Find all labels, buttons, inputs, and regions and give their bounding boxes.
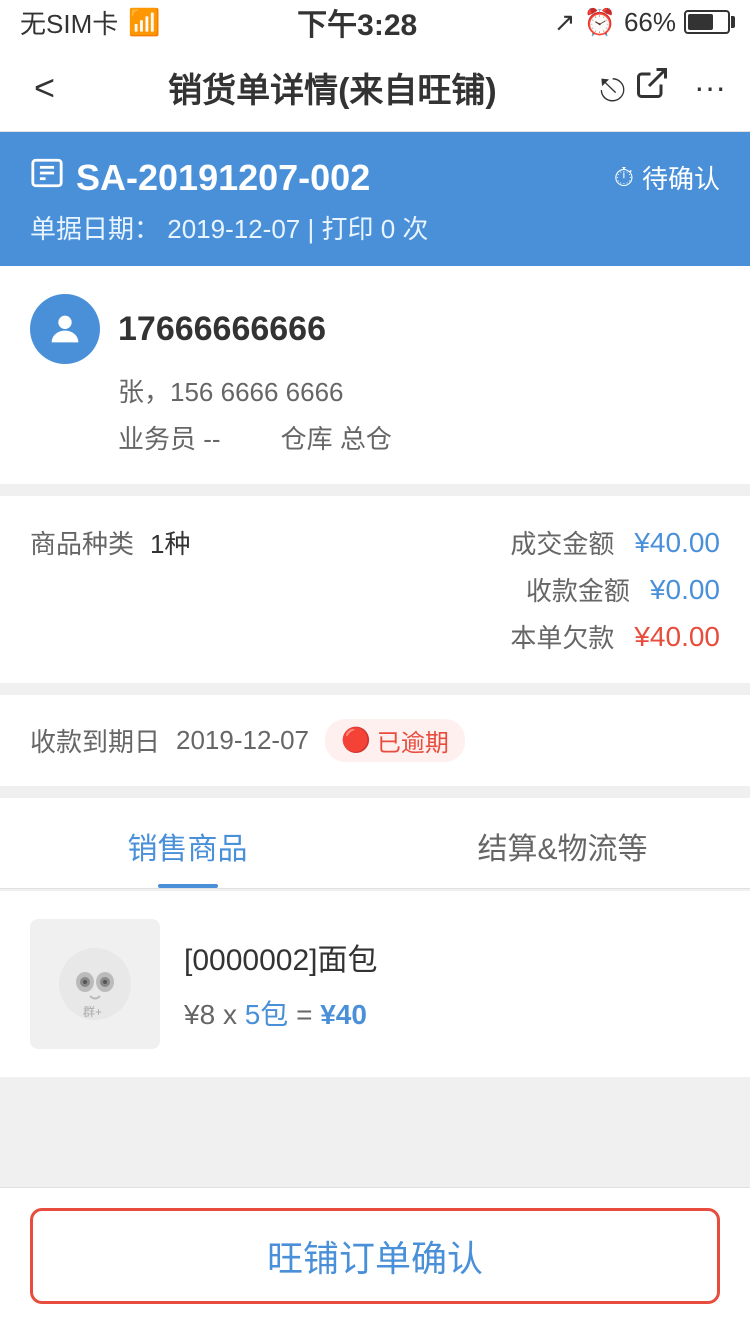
- status-left: 无SIM卡 📶: [20, 4, 161, 41]
- product-total: ¥40: [320, 999, 367, 1030]
- nav-right-actions: ⎋ ···: [600, 65, 726, 110]
- bottom-bar: 旺铺订单确认: [0, 1187, 750, 1334]
- more-button[interactable]: ···: [694, 69, 726, 106]
- order-status: ⏱ 待确认: [614, 159, 720, 196]
- due-date-label: 收款到期日: [30, 722, 160, 759]
- owed-amount-label: 本单欠款: [510, 618, 614, 655]
- wifi-icon: 📶: [128, 7, 160, 38]
- product-quantity: 5包: [245, 999, 289, 1030]
- received-amount-row: 收款金额 ¥0.00: [526, 571, 720, 608]
- owed-amount-value: ¥40.00: [634, 621, 720, 653]
- product-type-value: 1种: [150, 524, 190, 561]
- received-amount-label: 收款金额: [526, 571, 630, 608]
- product-name: [0000002]面包: [184, 935, 720, 979]
- nav-bar: < 销货单详情(来自旺铺) ⎋ ···: [0, 44, 750, 132]
- received-amount-value: ¥0.00: [650, 574, 720, 606]
- deal-amount-row: 成交金额 ¥40.00: [510, 524, 720, 561]
- owed-amount-row: 本单欠款 ¥40.00: [510, 618, 720, 655]
- status-clock-icon: ⏱: [614, 162, 634, 194]
- tab-sales-products[interactable]: 销售商品: [0, 798, 375, 888]
- warehouse-label: 仓库 总仓: [281, 419, 392, 456]
- product-section: 群+ [0000002]面包 ¥8 x 5包 = ¥40: [0, 891, 750, 1078]
- product-type-label: 商品种类: [30, 524, 134, 561]
- order-icon: [30, 156, 64, 199]
- tab-settlement-logistics[interactable]: 结算&物流等: [375, 798, 750, 888]
- battery-icon: [684, 10, 730, 34]
- summary-section: 商品种类 1种 成交金额 ¥40.00 收款金额 ¥0.00 本单欠款 ¥40.…: [0, 496, 750, 683]
- product-info: [0000002]面包 ¥8 x 5包 = ¥40: [184, 935, 720, 1033]
- product-type: 商品种类 1种: [30, 524, 510, 561]
- location-icon: ↗: [554, 7, 576, 38]
- sales-label: 业务员 --: [118, 419, 221, 456]
- customer-meta: 业务员 -- 仓库 总仓: [118, 419, 720, 456]
- customer-row: 17666666666: [30, 294, 720, 364]
- deal-amount-value: ¥40.00: [634, 527, 720, 559]
- customer-name-phone: 张，156 6666 6666: [118, 372, 720, 409]
- customer-phone[interactable]: 17666666666: [118, 310, 326, 349]
- overdue-badge: 🔴 已逾期: [325, 719, 465, 762]
- battery-percent: 66%: [624, 7, 676, 38]
- amount-summary: 成交金额 ¥40.00 收款金额 ¥0.00 本单欠款 ¥40.00: [510, 524, 720, 655]
- status-bar: 无SIM卡 📶 下午3:28 ↗ ⏰ 66%: [0, 0, 750, 44]
- status-right: ↗ ⏰ 66%: [554, 7, 730, 38]
- product-item: 群+ [0000002]面包 ¥8 x 5包 = ¥40: [0, 891, 750, 1078]
- back-button[interactable]: <: [24, 57, 65, 119]
- status-time: 下午3:28: [297, 0, 417, 44]
- deal-amount-label: 成交金额: [510, 524, 614, 561]
- due-date-section: 收款到期日 2019-12-07 🔴 已逾期: [0, 695, 750, 786]
- alarm-icon: ⏰: [584, 7, 616, 38]
- svg-text:群+: 群+: [83, 1005, 102, 1019]
- due-date-value: 2019-12-07: [176, 725, 309, 756]
- product-thumbnail: 群+: [30, 919, 160, 1049]
- status-label: 待确认: [642, 159, 720, 196]
- page-title: 销货单详情(来自旺铺): [65, 63, 600, 112]
- confirm-order-button[interactable]: 旺铺订单确认: [30, 1208, 720, 1304]
- overdue-icon: 🔴: [341, 726, 371, 755]
- share-button[interactable]: ⎋: [600, 65, 670, 110]
- order-header: SA-20191207-002 ⏱ 待确认 单据日期： 2019-12-07 |…: [0, 132, 750, 266]
- customer-section: 17666666666 张，156 6666 6666 业务员 -- 仓库 总仓: [0, 266, 750, 484]
- product-price: ¥8 x 5包 = ¥40: [184, 993, 720, 1033]
- order-id: SA-20191207-002: [30, 156, 370, 199]
- carrier-text: 无SIM卡: [20, 4, 118, 41]
- overdue-text: 已逾期: [377, 723, 449, 758]
- order-date: 单据日期： 2019-12-07 | 打印 0 次: [30, 209, 720, 246]
- tabs-container: 销售商品 结算&物流等: [0, 798, 750, 889]
- customer-avatar: [30, 294, 100, 364]
